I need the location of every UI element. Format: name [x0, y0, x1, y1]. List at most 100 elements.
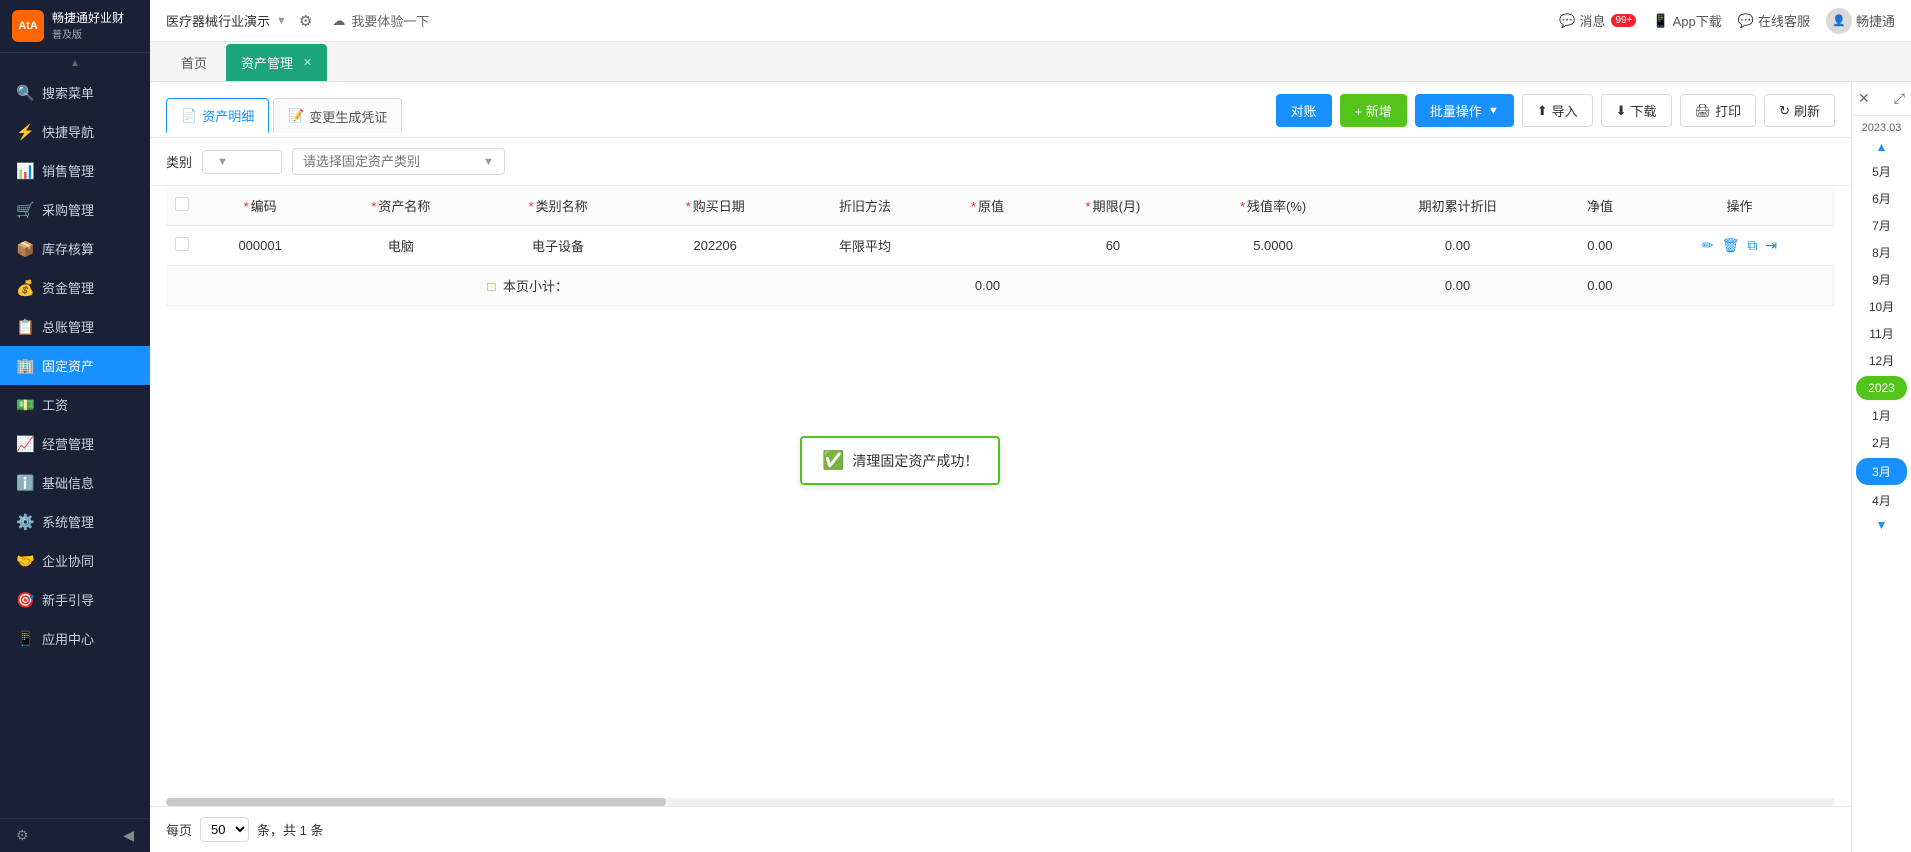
download-button[interactable]: ⬇ 下载	[1601, 94, 1672, 127]
timeline-month-8[interactable]: 8月	[1852, 239, 1911, 266]
sidebar-item-quick-nav[interactable]: ⚡ 快捷导航	[0, 112, 150, 151]
header-message[interactable]: 💬 消息 99+	[1559, 11, 1636, 30]
sidebar-item-label: 基础信息	[42, 473, 94, 492]
header-settings-icon[interactable]: ⚙	[299, 12, 312, 30]
sub-tab-asset-detail-label: 资产明细	[202, 106, 254, 125]
sidebar-item-label: 总账管理	[42, 317, 94, 336]
sub-tab-asset-detail[interactable]: 📄 资产明细	[166, 98, 269, 133]
category-select[interactable]: ▼	[202, 150, 282, 174]
logo-sub: 普及版	[52, 26, 124, 41]
timeline-month-4[interactable]: 4月	[1852, 487, 1911, 514]
sidebar-item-payroll[interactable]: 💵 工资	[0, 385, 150, 424]
download-label: 下载	[1631, 101, 1657, 120]
sidebar-item-basic-info[interactable]: ℹ️ 基础信息	[0, 463, 150, 502]
app-download-icon: 📱	[1652, 13, 1668, 29]
more-icon[interactable]: ⇥	[1765, 237, 1777, 254]
collapse-icon[interactable]: ◀	[123, 827, 134, 844]
sidebar-item-app-center[interactable]: 📱 应用中心	[0, 619, 150, 658]
sidebar-item-funds[interactable]: 💰 资金管理	[0, 268, 150, 307]
subtotal-empty1	[166, 266, 198, 306]
timeline-month-1[interactable]: 1月	[1852, 402, 1911, 429]
app-download-label: App下载	[1673, 11, 1722, 30]
subtotal-net-value: 0.00	[1556, 266, 1644, 306]
timeline-month-6[interactable]: 6月	[1852, 185, 1911, 212]
online-service-icon: 💬	[1738, 13, 1754, 29]
refresh-button[interactable]: ↻ 刷新	[1764, 94, 1835, 127]
th-term: *期限(月)	[1039, 186, 1187, 226]
print-button[interactable]: 🖨 打印	[1680, 94, 1757, 127]
timeline-month-7[interactable]: 7月	[1852, 212, 1911, 239]
category-input[interactable]	[303, 154, 479, 169]
timeline-scroll-down[interactable]: ▼	[1852, 514, 1911, 536]
header-online-service[interactable]: 💬 在线客服	[1738, 11, 1810, 30]
row-checkbox[interactable]	[175, 237, 189, 251]
edit-icon[interactable]: ✏	[1702, 237, 1714, 254]
category-input-wrap[interactable]: ▼	[292, 148, 505, 175]
sidebar-item-system[interactable]: ⚙️ 系统管理	[0, 502, 150, 541]
message-badge: 99+	[1611, 14, 1636, 27]
sidebar-item-search[interactable]: 🔍 搜索菜单	[0, 73, 150, 112]
sidebar-item-operations[interactable]: 📈 经营管理	[0, 424, 150, 463]
settings-bottom-icon[interactable]: ⚙	[16, 827, 29, 844]
total-label: 条，共 1 条	[257, 820, 323, 839]
scrollbar-track[interactable]	[166, 798, 1835, 806]
batch-button[interactable]: 批量操作 ▼	[1415, 94, 1514, 127]
sidebar-item-enterprise[interactable]: 🤝 企业协同	[0, 541, 150, 580]
ledger-icon: 📋	[16, 318, 34, 336]
quick-nav-icon: ⚡	[16, 123, 34, 141]
right-panel-close-icon[interactable]: ✕	[1858, 90, 1870, 107]
sidebar-item-guide[interactable]: 🎯 新手引导	[0, 580, 150, 619]
reconcile-button[interactable]: 对账	[1276, 94, 1332, 127]
subtotal-empty2	[198, 266, 322, 306]
tab-close-icon[interactable]: ✕	[303, 56, 312, 69]
purchase-icon: 🛒	[16, 201, 34, 219]
timeline-month-9[interactable]: 9月	[1852, 266, 1911, 293]
right-panel-expand-icon[interactable]: ⤢	[1894, 90, 1905, 107]
timeline-scroll-up[interactable]: ▲	[1852, 136, 1911, 158]
import-label: 导入	[1552, 101, 1578, 120]
table-header-row: *编码 *资产名称 *类别名称 *购买日期 折旧方法 *原值 *期限(月) *残…	[166, 186, 1835, 226]
sidebar-scroll-up[interactable]: ▲	[0, 53, 150, 73]
timeline-month-5[interactable]: 5月	[1852, 158, 1911, 185]
header-experience[interactable]: ☁ 我要体验一下	[332, 11, 429, 30]
td-purchase-date: 202206	[637, 226, 794, 266]
timeline-year-2023[interactable]: 2023	[1856, 376, 1907, 400]
refresh-icon: ↻	[1779, 103, 1790, 119]
scrollbar-thumb[interactable]	[166, 798, 666, 806]
right-panel-header: ✕ ⤢	[1852, 82, 1911, 116]
print-icon: 🖨	[1695, 103, 1712, 119]
header-app-download[interactable]: 📱 App下载	[1652, 11, 1721, 30]
sidebar-item-purchase[interactable]: 🛒 采购管理	[0, 190, 150, 229]
select-all-checkbox[interactable]	[175, 197, 189, 211]
subtotal-empty5	[1039, 266, 1187, 306]
sub-tab-change-voucher[interactable]: 📝 变更生成凭证	[273, 98, 402, 133]
timeline-month-12[interactable]: 12月	[1852, 347, 1911, 374]
td-initial-accumulated: 0.00	[1359, 226, 1556, 266]
header-right: 💬 消息 99+ 📱 App下载 💬 在线客服 👤 畅捷通	[1559, 8, 1895, 34]
sidebar-item-inventory[interactable]: 📦 库存核算	[0, 229, 150, 268]
new-button[interactable]: + 新增	[1340, 94, 1407, 127]
tab-asset-mgmt[interactable]: 资产管理 ✕	[226, 44, 327, 81]
sidebar-item-sales[interactable]: 📊 销售管理	[0, 151, 150, 190]
header-company[interactable]: 医疗器械行业演示 ▼	[166, 11, 287, 30]
timeline-month-10[interactable]: 10月	[1852, 293, 1911, 320]
timeline-month-2[interactable]: 2月	[1852, 429, 1911, 456]
timeline-month-3-active[interactable]: 3月	[1856, 458, 1907, 485]
sidebar-item-ledger[interactable]: 📋 总账管理	[0, 307, 150, 346]
per-page-select[interactable]: 50	[200, 817, 249, 842]
funds-icon: 💰	[16, 279, 34, 297]
delete-icon[interactable]: 🗑	[1722, 237, 1740, 254]
subtotal-original-value: 0.00	[936, 266, 1039, 306]
import-button[interactable]: ⬆ 导入	[1522, 94, 1593, 127]
timeline-month-11[interactable]: 11月	[1852, 320, 1911, 347]
system-icon: ⚙️	[16, 513, 34, 531]
sidebar-item-label: 搜索菜单	[42, 83, 94, 102]
tab-bar: 首页 资产管理 ✕	[150, 42, 1911, 82]
online-service-label: 在线客服	[1758, 11, 1810, 30]
tab-home[interactable]: 首页	[166, 44, 222, 81]
copy-icon[interactable]: ⧉	[1747, 237, 1757, 254]
header-user[interactable]: 👤 畅捷通	[1826, 8, 1895, 34]
th-residual-rate: *残值率(%)	[1187, 186, 1359, 226]
main-area: 医疗器械行业演示 ▼ ⚙ ☁ 我要体验一下 💬 消息 99+ 📱 App下载 💬…	[150, 0, 1911, 852]
sidebar-item-fixed-assets[interactable]: 🏢 固定资产	[0, 346, 150, 385]
